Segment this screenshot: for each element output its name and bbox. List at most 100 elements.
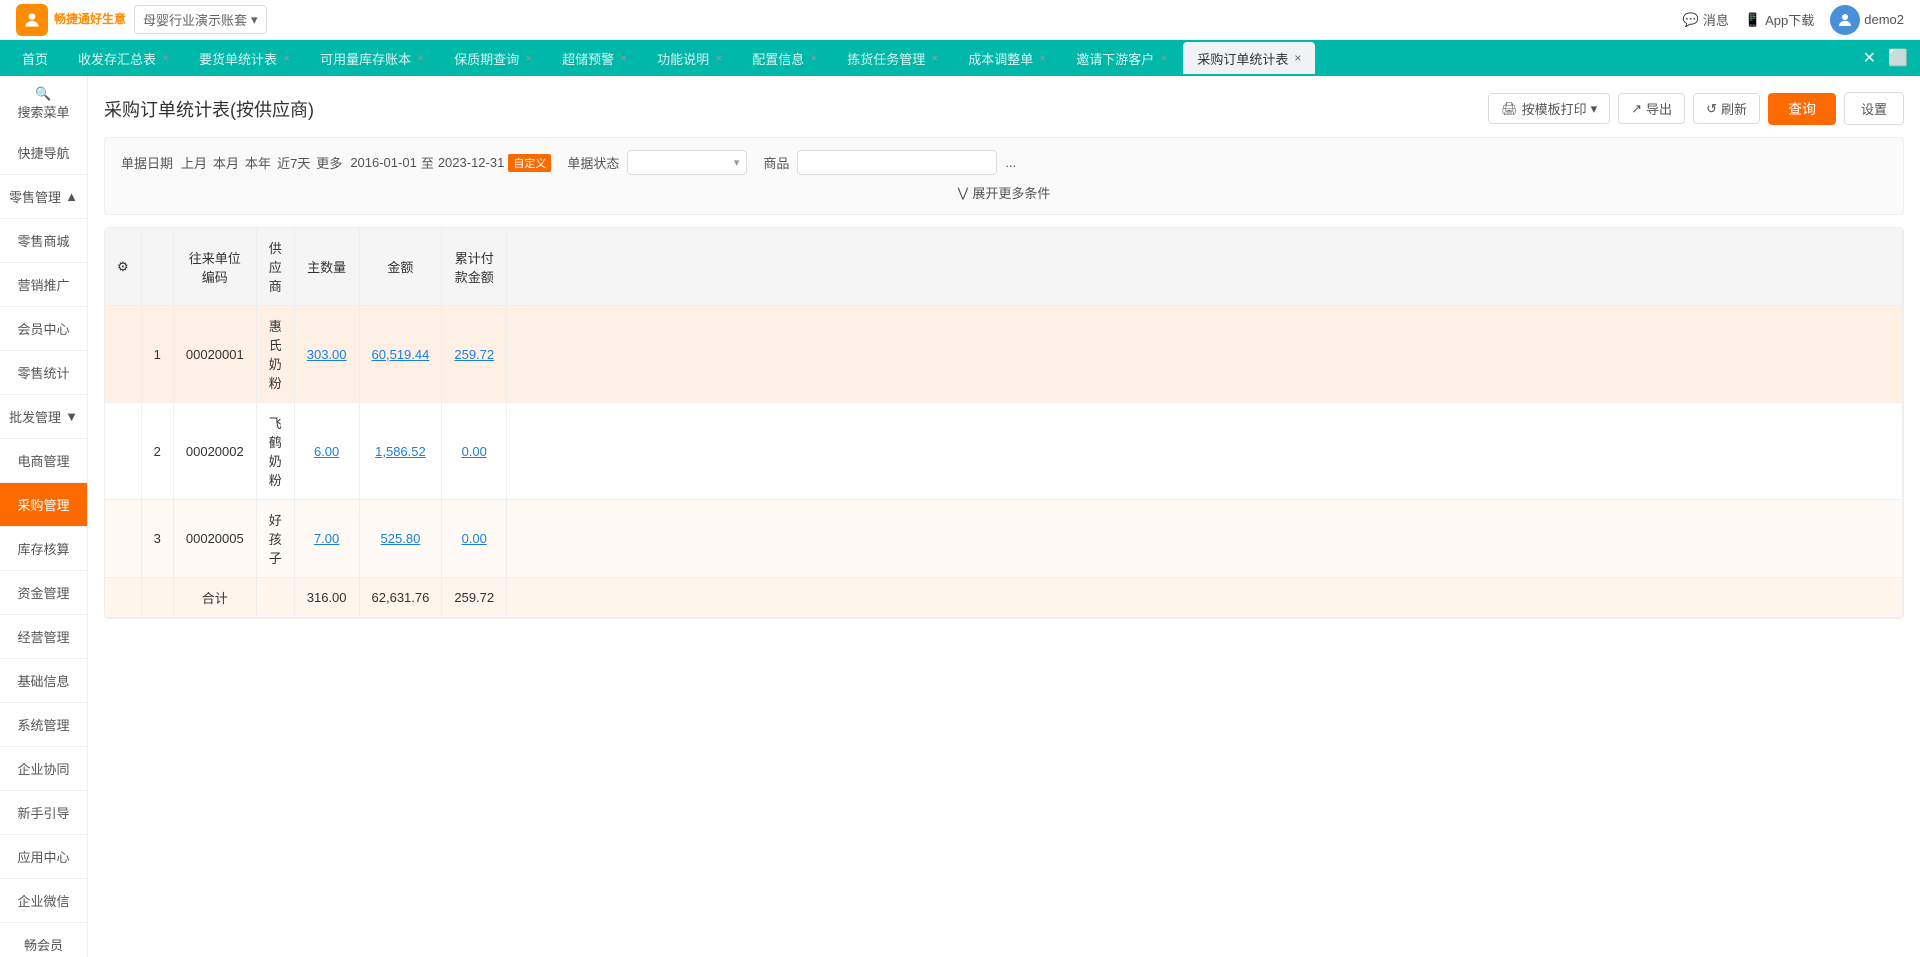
logo-icon (16, 4, 48, 36)
sidebar-item-basic-info[interactable]: 基础信息 (0, 659, 87, 703)
tab-home[interactable]: 首页 (8, 42, 62, 74)
sidebar-item-ops-mgmt[interactable]: 经营管理 (0, 615, 87, 659)
sidebar-item-member-center[interactable]: 会员中心 (0, 307, 87, 351)
sidebar-item-retail-mgmt[interactable]: 零售管理 ▲ (0, 175, 87, 219)
sidebar-item-enterprise-coop[interactable]: 企业协同 (0, 747, 87, 791)
close-tab-icon[interactable]: × (715, 52, 722, 64)
home-tab-label: 首页 (22, 49, 48, 68)
table-row[interactable]: 1 00020001 惠氏奶粉 303.00 60,519.44 259.72 (105, 306, 1903, 403)
page-actions: 🖨 按模板打印 ▾ ↗ 导出 ↺ 刷新 查询 设置 (1488, 92, 1904, 125)
tab-invite-downstream[interactable]: 邀请下游客户 × (1062, 42, 1181, 74)
close-tab-icon[interactable]: × (931, 52, 938, 64)
sidebar-item-wholesale-mgmt[interactable]: 批发管理 ▼ (0, 395, 87, 439)
table-container: ⚙ 往来单位编码 供应商 主数量 金额 累计付款金额 1 000200 (104, 227, 1904, 619)
shortcut-this-month[interactable]: 本月 (213, 153, 239, 172)
status-filter: 单据状态 ▾ (567, 150, 747, 175)
top-bar: 畅捷通好生意 母婴行业演示账套 ▾ 💬 消息 📱 App下载 demo2 (0, 0, 1920, 40)
close-tab-icon[interactable]: × (1039, 52, 1046, 64)
chevron-icon: ▼ (65, 409, 78, 424)
tab-cost-adjust[interactable]: 成本调整单 × (954, 42, 1060, 74)
tab-expiry-query[interactable]: 保质期查询 × (440, 42, 546, 74)
goods-filter: 商品 ... (763, 150, 1016, 175)
username: demo2 (1864, 12, 1904, 27)
expand-down-icon: ⋁ (958, 185, 969, 201)
query-btn[interactable]: 查询 (1768, 93, 1836, 125)
settings-btn[interactable]: 设置 (1844, 92, 1904, 125)
close-tab-icon[interactable]: × (283, 52, 290, 64)
expand-filter-btn[interactable]: ⋁ 展开更多条件 (958, 183, 1051, 202)
column-amount-header: 金额 (359, 228, 442, 306)
table-row[interactable]: 3 00020005 好孩子 7.00 525.80 0.00 (105, 500, 1903, 578)
sidebar-item-app-center[interactable]: 应用中心 (0, 835, 87, 879)
app-download-btn[interactable]: 📱 App下载 (1745, 10, 1814, 29)
status-select[interactable] (627, 150, 747, 175)
column-settings-header[interactable]: ⚙ (105, 228, 141, 306)
print-icon: 🖨 (1501, 101, 1518, 117)
close-tab-icon[interactable]: × (525, 52, 532, 64)
shortcut-last-month[interactable]: 上月 (181, 153, 207, 172)
sidebar-item-purchase-mgmt[interactable]: 采购管理 (0, 483, 87, 527)
user-menu[interactable]: demo2 (1830, 5, 1904, 35)
sidebar-item-new-guide[interactable]: 新手引导 (0, 791, 87, 835)
workspace-selector[interactable]: 母婴行业演示账套 ▾ (134, 5, 267, 34)
shortcut-more[interactable]: 更多 (316, 153, 342, 172)
more-filter-btn[interactable]: ... (1005, 155, 1016, 170)
table-footer-row: 合计 316.00 62,631.76 259.72 (105, 578, 1903, 618)
shortcut-7days[interactable]: 近7天 (277, 153, 310, 172)
goods-filter-label: 商品 (763, 153, 789, 172)
nav-tabs: 首页 收发存汇总表 × 要货单统计表 × 可用量库存账本 × 保质期查询 × 超… (0, 40, 1920, 76)
footer-main-qty: 316.00 (294, 578, 359, 618)
close-tab-icon[interactable]: × (162, 52, 169, 64)
sidebar-item-search[interactable]: 🔍 搜索菜单 (0, 76, 87, 131)
tab-pickup-task[interactable]: 拣货任务管理 × (833, 42, 952, 74)
close-all-tabs-btn[interactable]: ✕ (1859, 44, 1880, 72)
close-tab-icon[interactable]: × (417, 52, 424, 64)
date-from: 2016-01-01 (350, 155, 417, 170)
footer-amount: 62,631.76 (359, 578, 442, 618)
sidebar-item-capital-mgmt[interactable]: 资金管理 (0, 571, 87, 615)
maximize-btn[interactable]: ⬜ (1884, 44, 1912, 72)
sidebar: 🔍 搜索菜单 快捷导航 零售管理 ▲ 零售商城 营销推广 会员中心 零售统计 批… (0, 76, 88, 957)
sidebar-item-marketing[interactable]: 营销推广 (0, 263, 87, 307)
sidebar-item-enterprise-wechat[interactable]: 企业微信 (0, 879, 87, 923)
custom-badge: 自定义 (508, 154, 551, 172)
tab-function-desc[interactable]: 功能说明 × (643, 42, 736, 74)
close-tab-icon[interactable]: × (1294, 52, 1301, 64)
close-tab-icon[interactable]: × (810, 52, 817, 64)
tab-receive-summary[interactable]: 收发存汇总表 × (64, 42, 183, 74)
sidebar-item-ecommerce-mgmt[interactable]: 电商管理 (0, 439, 87, 483)
shortcut-this-year[interactable]: 本年 (245, 153, 271, 172)
messages-btn[interactable]: 💬 消息 (1683, 10, 1729, 29)
sidebar-item-retail-stats[interactable]: 零售统计 (0, 351, 87, 395)
page-header: 采购订单统计表(按供应商) 🖨 按模板打印 ▾ ↗ 导出 ↺ 刷新 (104, 92, 1904, 125)
search-icon: 🔍 (35, 86, 51, 101)
page-container: 采购订单统计表(按供应商) 🖨 按模板打印 ▾ ↗ 导出 ↺ 刷新 (88, 76, 1920, 957)
tab-config-info[interactable]: 配置信息 × (738, 42, 831, 74)
chevron-down-icon: ▾ (1591, 101, 1598, 117)
table-header-row: ⚙ 往来单位编码 供应商 主数量 金额 累计付款金额 (105, 228, 1903, 306)
date-filter-label: 单据日期 (121, 153, 173, 172)
status-filter-label: 单据状态 (567, 153, 619, 172)
column-paid-amount-header: 累计付款金额 (442, 228, 507, 306)
tab-overstock-warning[interactable]: 超储预警 × (548, 42, 641, 74)
sidebar-item-retail-shop[interactable]: 零售商城 (0, 219, 87, 263)
sidebar-item-system-mgmt[interactable]: 系统管理 (0, 703, 87, 747)
workspace-name: 母婴行业演示账套 (143, 10, 247, 29)
sidebar-item-inventory-check[interactable]: 库存核算 (0, 527, 87, 571)
tab-purchase-stats[interactable]: 要货单统计表 × (185, 42, 304, 74)
tab-purchase-order-stats[interactable]: 采购订单统计表 × (1183, 42, 1315, 74)
print-btn[interactable]: 🖨 按模板打印 ▾ (1488, 93, 1610, 124)
sidebar-item-member-vip[interactable]: 畅会员 (0, 923, 87, 957)
tab-inventory-ledger[interactable]: 可用量库存账本 × (306, 42, 438, 74)
download-icon: 📱 (1745, 12, 1761, 28)
column-supplier-header: 供应商 (256, 228, 294, 306)
sidebar-item-quick-nav[interactable]: 快捷导航 (0, 131, 87, 175)
table-row[interactable]: 2 00020002 飞鹤奶粉 6.00 1,586.52 0.00 (105, 403, 1903, 500)
refresh-btn[interactable]: ↺ 刷新 (1693, 93, 1760, 124)
goods-input[interactable] (797, 150, 997, 175)
logo-area: 畅捷通好生意 (16, 4, 126, 36)
export-btn[interactable]: ↗ 导出 (1618, 93, 1685, 124)
close-tab-icon[interactable]: × (1160, 52, 1167, 64)
close-tab-icon[interactable]: × (620, 52, 627, 64)
top-bar-left: 畅捷通好生意 母婴行业演示账套 ▾ (16, 4, 267, 36)
